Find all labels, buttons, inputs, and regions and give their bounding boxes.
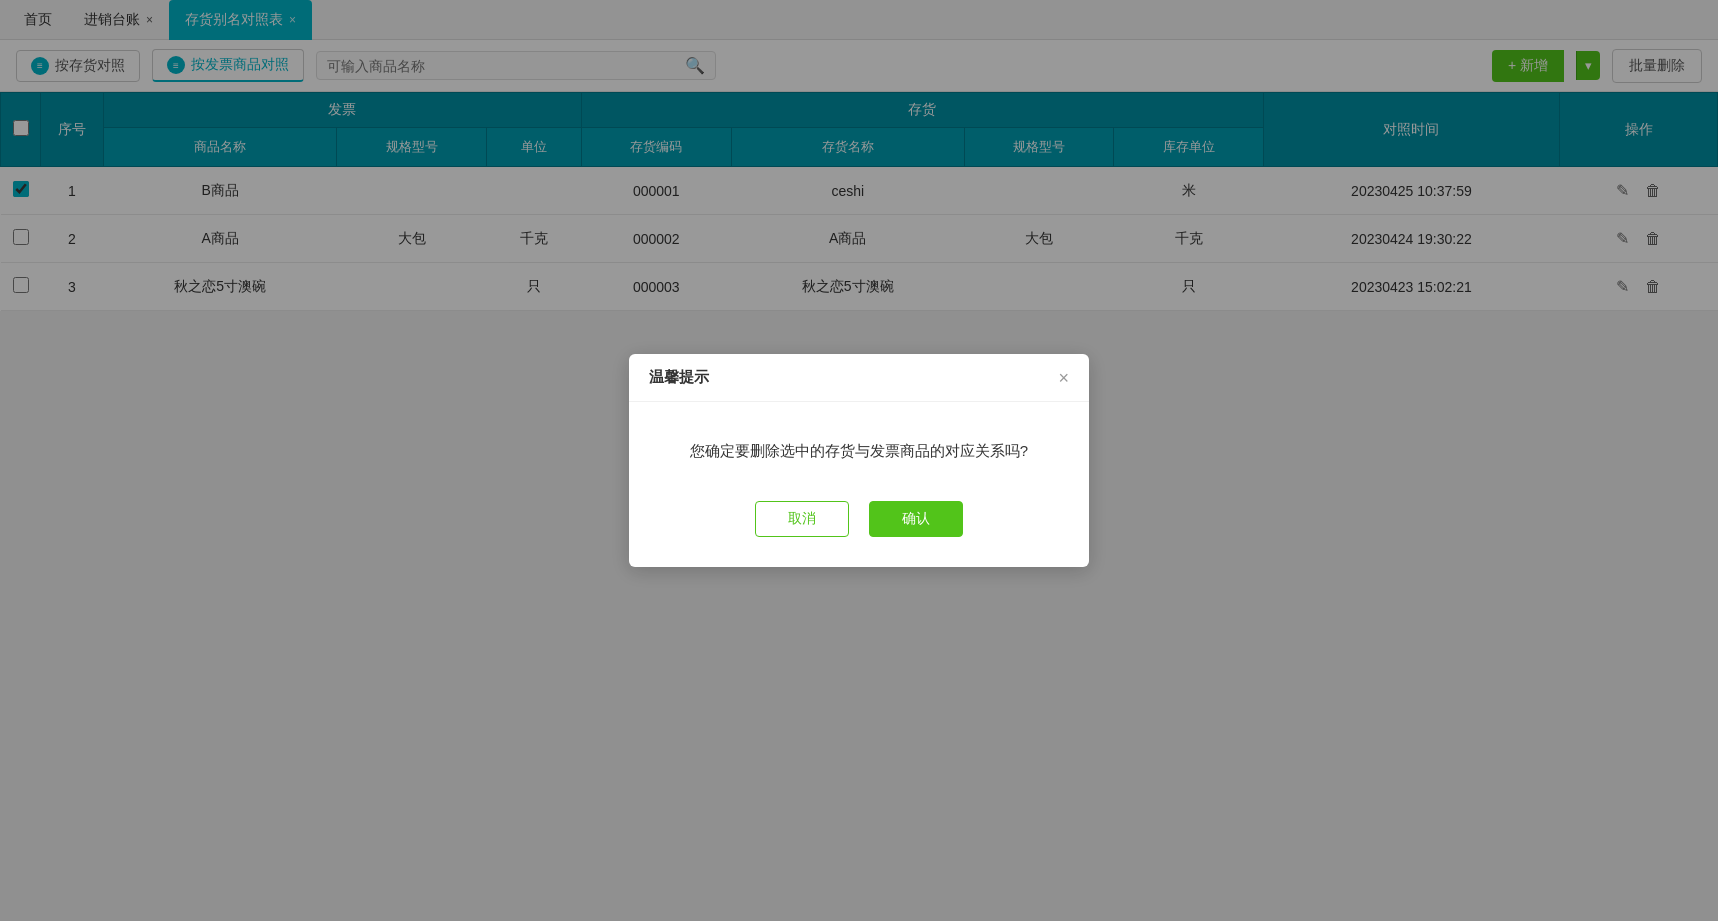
dialog-footer: 取消 确认 (629, 491, 1089, 567)
dialog: 温馨提示 × 您确定要删除选中的存货与发票商品的对应关系吗? 取消 确认 (629, 354, 1089, 567)
dialog-title: 温馨提示 (649, 368, 709, 387)
dialog-cancel-button[interactable]: 取消 (755, 501, 849, 537)
dialog-close-button[interactable]: × (1058, 369, 1069, 387)
dialog-body: 您确定要删除选中的存货与发票商品的对应关系吗? (629, 402, 1089, 491)
dialog-message: 您确定要删除选中的存货与发票商品的对应关系吗? (690, 442, 1028, 459)
dialog-header: 温馨提示 × (629, 354, 1089, 402)
overlay: 温馨提示 × 您确定要删除选中的存货与发票商品的对应关系吗? 取消 确认 (0, 0, 1718, 921)
dialog-confirm-button[interactable]: 确认 (869, 501, 963, 537)
